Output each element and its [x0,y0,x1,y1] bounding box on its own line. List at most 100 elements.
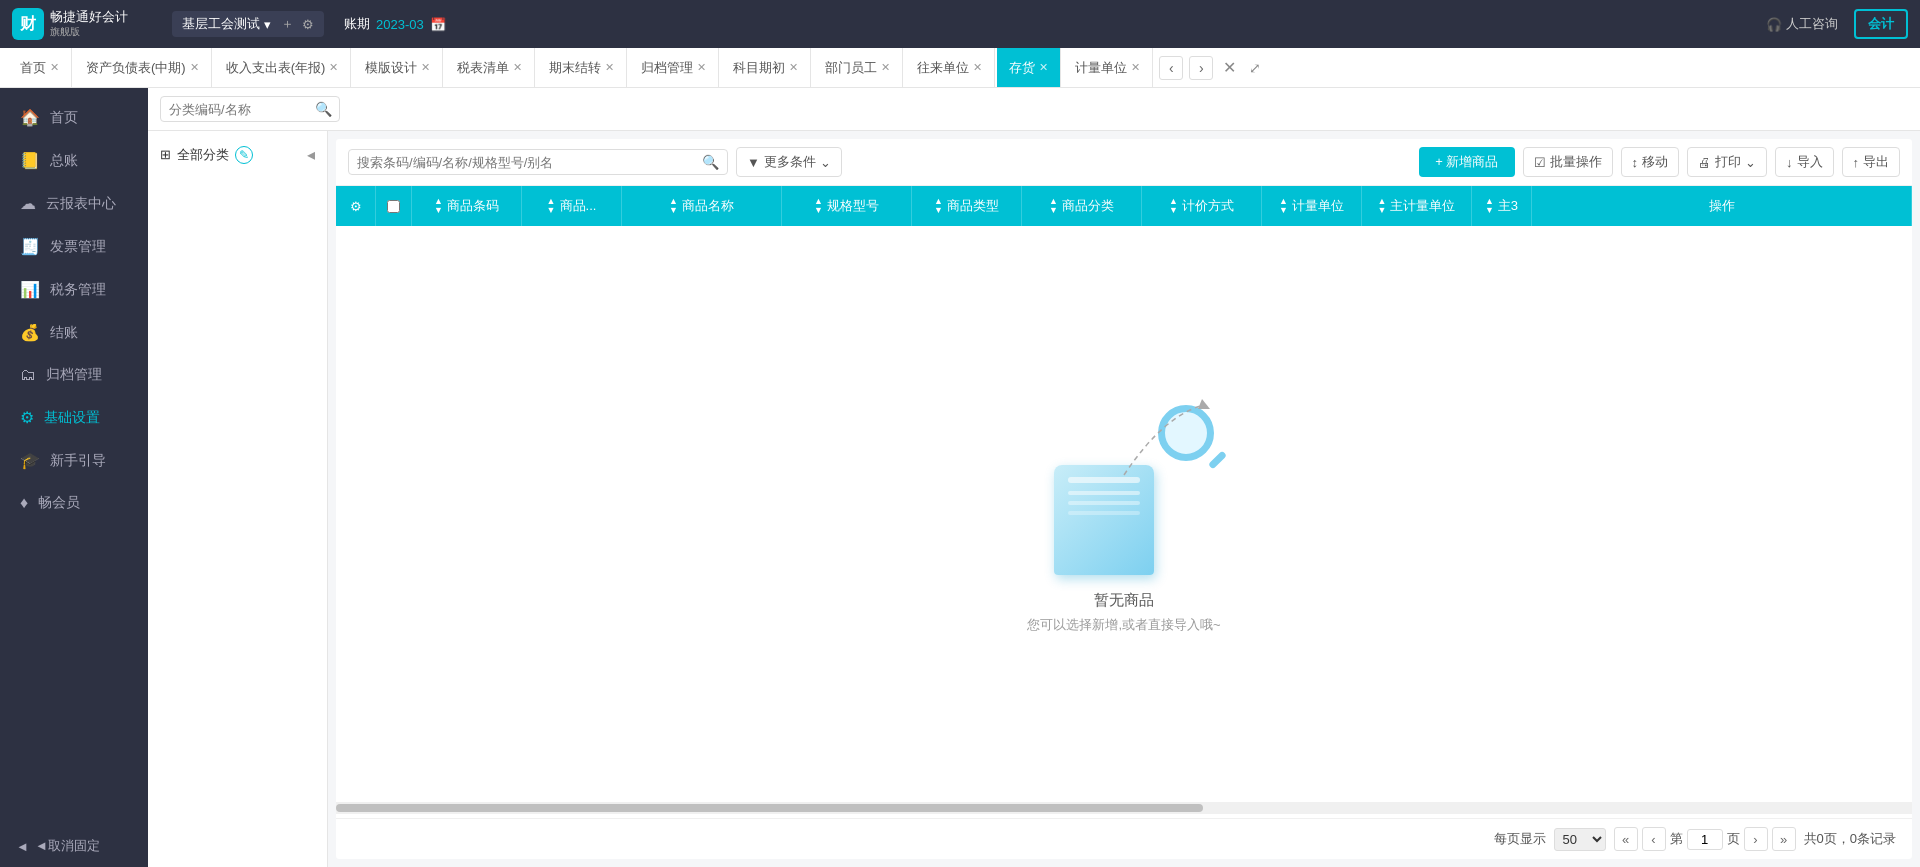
chevron-down-icon: ⌄ [820,155,831,170]
category-edit-icon[interactable]: ✎ [235,146,253,164]
th-unit[interactable]: ▲▼ 计量单位 [1262,186,1362,226]
page-prev-btn[interactable]: ‹ [1642,827,1666,851]
horizontal-scrollbar[interactable] [336,802,1912,814]
print-label: 打印 [1715,153,1741,171]
tab-nav-next[interactable]: › [1189,56,1213,80]
tab-归档管理[interactable]: 归档管理 ✕ [629,48,719,88]
sidebar-label-settle: 结账 [50,324,78,342]
export-btn[interactable]: ↑ 导出 [1842,147,1901,177]
sidebar-item-member[interactable]: ♦ 畅会员 [0,482,148,524]
tab-close-模版[interactable]: ✕ [421,61,430,74]
settings-icon[interactable]: ⚙ [302,17,314,32]
header-actions: 🎧 人工咨询 会计 [1758,9,1908,39]
tab-close-资产[interactable]: ✕ [190,61,199,74]
tab-往来单位[interactable]: 往来单位 ✕ [905,48,995,88]
th-type[interactable]: ▲▼ 商品类型 [912,186,1022,226]
tab-税表清单[interactable]: 税表清单 ✕ [445,48,535,88]
logo-text: 畅捷通好会计 [50,9,128,25]
tab-close-all[interactable]: ✕ [1217,56,1241,80]
category-search-input[interactable] [169,102,309,117]
per-page-select[interactable]: 10 20 50 100 [1554,828,1606,851]
consult-btn[interactable]: 🎧 人工咨询 [1758,11,1846,37]
period-label: 账期 [344,15,370,33]
tab-close-税表[interactable]: ✕ [513,61,522,74]
tab-close-收入[interactable]: ✕ [329,61,338,74]
company-selector[interactable]: 基层工会测试 ▾ ＋ ⚙ [172,11,324,37]
tab-close-期末[interactable]: ✕ [605,61,614,74]
select-all-checkbox[interactable] [387,200,400,213]
th-name[interactable]: ▲▼ 商品名称 [622,186,782,226]
left-panel-collapse-btn[interactable]: ◂ [307,145,315,164]
th-settings[interactable]: ⚙ [336,186,376,226]
sort-unit-icon: ▲▼ [1279,197,1288,215]
sidebar-item-home[interactable]: 🏠 首页 [0,96,148,139]
sidebar-collapse-btn[interactable]: ◄ ◄取消固定 [0,825,148,867]
sidebar-item-cloud[interactable]: ☁ 云报表中心 [0,182,148,225]
sidebar-item-tax[interactable]: 📊 税务管理 [0,268,148,311]
tab-计量单位[interactable]: 计量单位 ✕ [1063,48,1153,88]
th-main-unit[interactable]: ▲▼ 主计量单位 [1362,186,1472,226]
tab-close-科目[interactable]: ✕ [789,61,798,74]
add-product-btn[interactable]: + 新增商品 [1419,147,1514,177]
tab-close-往来[interactable]: ✕ [973,61,982,74]
category-search-wrap: 🔍 [160,96,340,122]
sidebar-item-archive[interactable]: 🗂 归档管理 [0,354,148,396]
page-last-btn[interactable]: » [1772,827,1796,851]
sidebar-item-guide[interactable]: 🎓 新手引导 [0,439,148,482]
kuaiji-btn[interactable]: 会计 [1854,9,1908,39]
scrollbar-thumb[interactable] [336,804,1203,812]
page-next-btn[interactable]: › [1744,827,1768,851]
tab-close-计量[interactable]: ✕ [1131,61,1140,74]
import-btn[interactable]: ↓ 导入 [1775,147,1834,177]
table-header: ⚙ ▲▼ 商品条码 ▲▼ 商品... ▲▼ 商品名称 [336,186,1912,226]
sidebar-item-settle[interactable]: 💰 结账 [0,311,148,354]
product-search-icon[interactable]: 🔍 [702,154,719,170]
tab-close-部门[interactable]: ✕ [881,61,890,74]
th-price-method[interactable]: ▲▼ 计价方式 [1142,186,1262,226]
tab-部门员工[interactable]: 部门员工 ✕ [813,48,903,88]
tab-close-归档[interactable]: ✕ [697,61,706,74]
tab-close-首页[interactable]: ✕ [50,61,59,74]
move-btn[interactable]: ↕ 移动 [1621,147,1680,177]
sidebar-item-invoice[interactable]: 🧾 发票管理 [0,225,148,268]
th-barcode[interactable]: ▲▼ 商品条码 [412,186,522,226]
sidebar-label-ledger: 总账 [50,152,78,170]
sidebar-item-settings[interactable]: ⚙ 基础设置 [0,396,148,439]
more-filter-btn[interactable]: ▼ 更多条件 ⌄ [736,147,842,177]
import-label: 导入 [1797,153,1823,171]
th-code[interactable]: ▲▼ 商品... [522,186,622,226]
print-btn[interactable]: 🖨 打印 ⌄ [1687,147,1767,177]
collapse-label: ◄取消固定 [35,837,100,855]
action-bar: 🔍 ▼ 更多条件 ⌄ + 新增商品 ☑ 批量操作 ↕ [336,139,1912,186]
kuaiji-label: 会计 [1868,16,1894,31]
tab-首页[interactable]: 首页 ✕ [8,48,72,88]
sidebar-item-ledger[interactable]: 📒 总账 [0,139,148,182]
add-icon[interactable]: ＋ [281,15,294,33]
tab-模版设计[interactable]: 模版设计 ✕ [353,48,443,88]
headset-icon: 🎧 [1766,17,1782,32]
tab-expand[interactable]: ⤢ [1243,56,1267,80]
th-model[interactable]: ▲▼ 规格型号 [782,186,912,226]
th-col3[interactable]: ▲▼ 主3 [1472,186,1532,226]
batch-ops-btn[interactable]: ☑ 批量操作 [1523,147,1613,177]
tab-收入支出表[interactable]: 收入支出表(年报) ✕ [214,48,352,88]
grid-icon: ⊞ [160,147,171,162]
sidebar-label-settings: 基础设置 [44,409,100,427]
left-panel-title: ⊞ 全部分类 ✎ [160,146,253,164]
content-area: 🔍 ⊞ 全部分类 ✎ ◂ [148,88,1920,867]
empty-subtitle: 您可以选择新增,或者直接导入哦~ [1027,616,1220,634]
tab-存货[interactable]: 存货 ✕ [997,48,1061,88]
th-checkbox[interactable] [376,186,412,226]
page-number-input[interactable] [1687,829,1723,850]
tab-close-存货[interactable]: ✕ [1039,61,1048,74]
tab-科目期初[interactable]: 科目期初 ✕ [721,48,811,88]
product-search-input[interactable] [357,155,696,170]
calendar-icon[interactable]: 📅 [430,17,446,32]
tab-nav-prev[interactable]: ‹ [1159,56,1183,80]
sidebar-label-member: 畅会员 [38,494,80,512]
th-category[interactable]: ▲▼ 商品分类 [1022,186,1142,226]
tab-期末结转[interactable]: 期末结转 ✕ [537,48,627,88]
tab-资产负债表[interactable]: 资产负债表(中期) ✕ [74,48,212,88]
category-search-icon[interactable]: 🔍 [315,101,332,117]
page-first-btn[interactable]: « [1614,827,1638,851]
